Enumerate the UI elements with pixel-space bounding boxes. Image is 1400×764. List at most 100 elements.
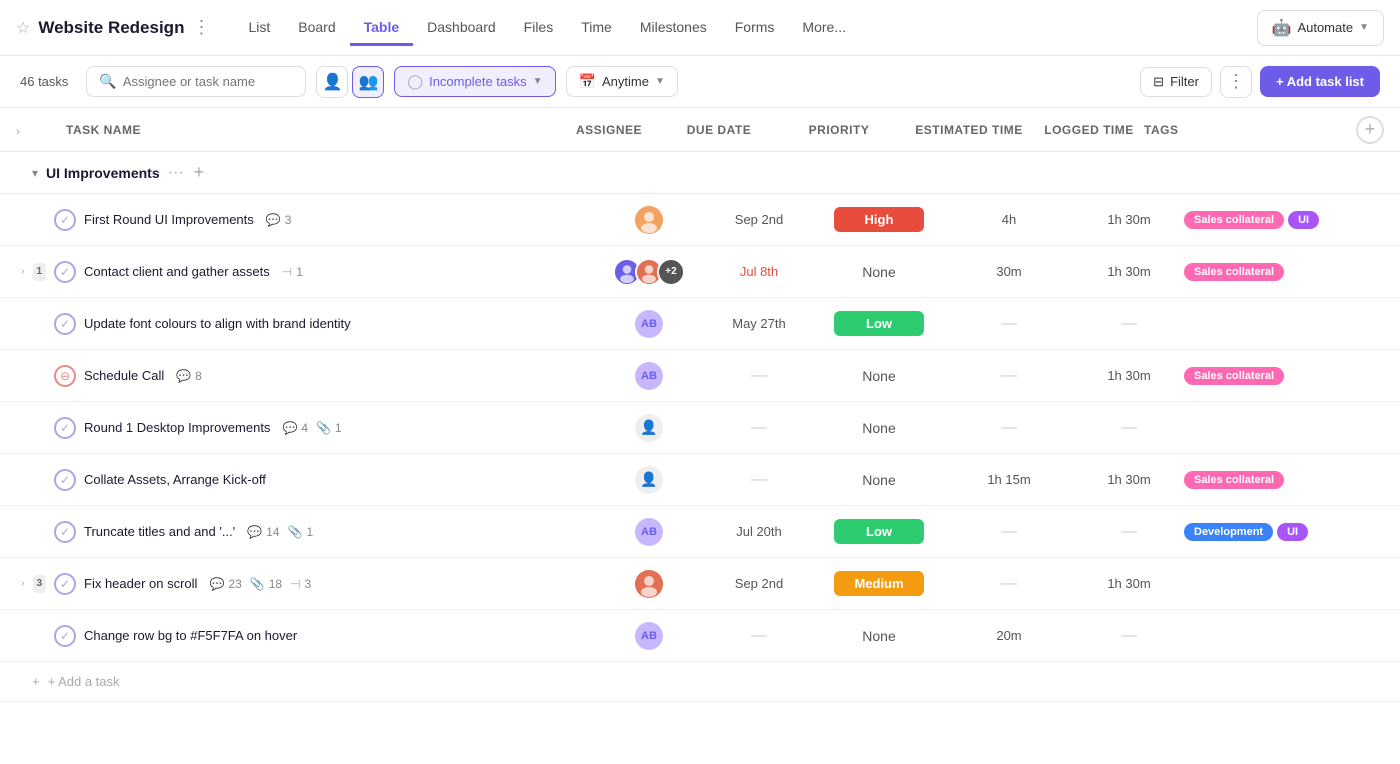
subtask-icon: ⊣ — [282, 265, 292, 279]
subtask-count-badge: 1 — [33, 263, 47, 281]
anytime-chevron: ▼ — [655, 76, 665, 87]
subtask-num: 3 — [305, 577, 312, 591]
priority-badge-low: Low — [834, 311, 924, 336]
add-column-button[interactable]: + — [1356, 116, 1384, 144]
automate-label: Automate — [1297, 20, 1353, 35]
logged-time-cell: 1h 30m — [1074, 576, 1184, 591]
search-box[interactable]: 🔍 — [86, 66, 306, 97]
comment-icon: 💬 — [247, 525, 262, 539]
expand-icon[interactable]: › — [16, 575, 30, 593]
status-icon-cancelled[interactable]: ⊖ — [54, 365, 76, 387]
collapse-all-icon[interactable]: › — [16, 124, 20, 138]
priority-badge-high: High — [834, 207, 924, 232]
more-options-button[interactable]: ⋮ — [1220, 66, 1252, 98]
status-icon-done[interactable]: ✓ — [54, 573, 76, 595]
table-row[interactable]: › 3 ✓ Fix header on scroll 💬 23 📎 18 ⊣ 3… — [0, 558, 1400, 610]
task-name-cell: ✓ Round 1 Desktop Improvements 💬 4 📎 1 — [46, 417, 594, 439]
tab-board[interactable]: Board — [284, 11, 349, 46]
priority-cell: None — [814, 368, 944, 384]
tab-dashboard[interactable]: Dashboard — [413, 11, 510, 46]
tab-files[interactable]: Files — [510, 11, 568, 46]
table-row[interactable]: ✓ Change row bg to #F5F7FA on hover AB —… — [0, 610, 1400, 662]
due-date-cell: Sep 2nd — [704, 576, 814, 591]
automate-button[interactable]: 🤖 Automate ▼ — [1257, 10, 1384, 46]
comment-icon: 💬 — [282, 421, 297, 435]
table-header: › Task Name Assignee Due Date Priority E… — [0, 108, 1400, 152]
attachment-icon: 📎 — [288, 525, 303, 539]
incomplete-tasks-filter[interactable]: ◯ Incomplete tasks ▼ — [394, 66, 555, 97]
expand-icon[interactable]: › — [16, 263, 30, 281]
circle-icon: ◯ — [407, 73, 423, 90]
section-collapse-icon[interactable]: ▾ — [32, 166, 38, 180]
task-name-text: Contact client and gather assets — [84, 264, 270, 279]
logged-time-cell: 1h 30m — [1074, 472, 1184, 487]
status-icon-done[interactable]: ✓ — [54, 313, 76, 335]
expand-col-header: › — [16, 122, 46, 138]
est-time-cell: 1h 15m — [944, 472, 1074, 487]
task-meta: 💬 3 — [266, 213, 292, 227]
assignee-cell: +2 — [594, 258, 704, 286]
tab-forms[interactable]: Forms — [721, 11, 789, 46]
table-row[interactable]: ✓ First Round UI Improvements 💬 3 Sep 2n… — [0, 194, 1400, 246]
anytime-filter[interactable]: 📅 Anytime ▼ — [566, 66, 678, 97]
tab-table[interactable]: Table — [350, 11, 414, 46]
assignee-col-header: Assignee — [554, 123, 664, 137]
avatar-group: +2 — [613, 258, 685, 286]
status-icon-done[interactable]: ✓ — [54, 417, 76, 439]
task-name-cell: ✓ Collate Assets, Arrange Kick-off — [46, 469, 594, 491]
table-row[interactable]: ✓ Collate Assets, Arrange Kick-off 👤 — N… — [0, 454, 1400, 506]
priority-col-header: Priority — [774, 123, 904, 137]
section-header-ui-improvements: ▾ UI Improvements ··· + — [0, 152, 1400, 194]
tab-time[interactable]: Time — [567, 11, 626, 46]
table-row[interactable]: ✓ Round 1 Desktop Improvements 💬 4 📎 1 👤… — [0, 402, 1400, 454]
section-options-icon[interactable]: ··· — [168, 164, 184, 182]
add-task-list-button[interactable]: + Add task list — [1260, 66, 1380, 97]
avatar-empty: 👤 — [635, 414, 663, 442]
logged-time-cell: 1h 30m — [1074, 368, 1184, 383]
est-time-cell: — — [944, 315, 1074, 333]
tab-more[interactable]: More... — [788, 11, 860, 46]
status-icon-done[interactable]: ✓ — [54, 209, 76, 231]
avatar — [635, 206, 663, 234]
due-date-cell: Sep 2nd — [704, 212, 814, 227]
priority-cell: None — [814, 264, 944, 280]
attachment-count: 1 — [335, 421, 342, 435]
table-row[interactable]: ✓ Update font colours to align with bran… — [0, 298, 1400, 350]
due-date-cell: — — [704, 627, 814, 645]
assignee-filter-group[interactable]: 👥 — [352, 66, 384, 98]
assignee-filter-person[interactable]: 👤 — [316, 66, 348, 98]
search-input[interactable] — [123, 74, 263, 89]
tags-cell: Development UI — [1184, 523, 1384, 541]
comment-icon: 💬 — [176, 369, 191, 383]
more-dots-icon[interactable]: ⋮ — [192, 17, 210, 38]
nav-right: 🤖 Automate ▼ — [1257, 10, 1384, 46]
row-indent: › 3 — [16, 575, 46, 593]
incomplete-tasks-label: Incomplete tasks — [429, 74, 527, 89]
avatar-overflow: +2 — [657, 258, 685, 286]
tag-development: Development — [1184, 523, 1273, 541]
status-icon-done[interactable]: ✓ — [54, 261, 76, 283]
attachment-count: 1 — [306, 525, 313, 539]
comment-count: 23 — [228, 577, 241, 591]
tags-col-header: Tags — [1144, 123, 1344, 137]
nav-tabs: List Board Table Dashboard Files Time Mi… — [234, 10, 860, 45]
table-row[interactable]: ⊖ Schedule Call 💬 8 AB — None — 1h 30m S… — [0, 350, 1400, 402]
star-icon[interactable]: ☆ — [16, 18, 30, 38]
tab-milestones[interactable]: Milestones — [626, 11, 721, 46]
status-icon-done[interactable]: ✓ — [54, 521, 76, 543]
status-icon-done[interactable]: ✓ — [54, 625, 76, 647]
subtask-count-badge: 3 — [33, 575, 47, 593]
tab-list[interactable]: List — [234, 11, 284, 46]
tag-sales-collateral: Sales collateral — [1184, 211, 1284, 229]
section-add-icon[interactable]: + — [194, 162, 205, 183]
table-row[interactable]: ✓ Truncate titles and and '...' 💬 14 📎 1… — [0, 506, 1400, 558]
search-icon: 🔍 — [99, 73, 116, 90]
status-icon-done[interactable]: ✓ — [54, 469, 76, 491]
add-task-row[interactable]: + + Add a task — [0, 662, 1400, 702]
table-row[interactable]: › 1 ✓ Contact client and gather assets ⊣… — [0, 246, 1400, 298]
toolbar: 46 tasks 🔍 👤 👥 ◯ Incomplete tasks ▼ 📅 An… — [0, 56, 1400, 108]
filter-button[interactable]: ⊟ Filter — [1140, 67, 1212, 97]
avatar — [635, 570, 663, 598]
priority-cell: Medium — [814, 571, 944, 596]
avatar-empty: 👤 — [635, 466, 663, 494]
